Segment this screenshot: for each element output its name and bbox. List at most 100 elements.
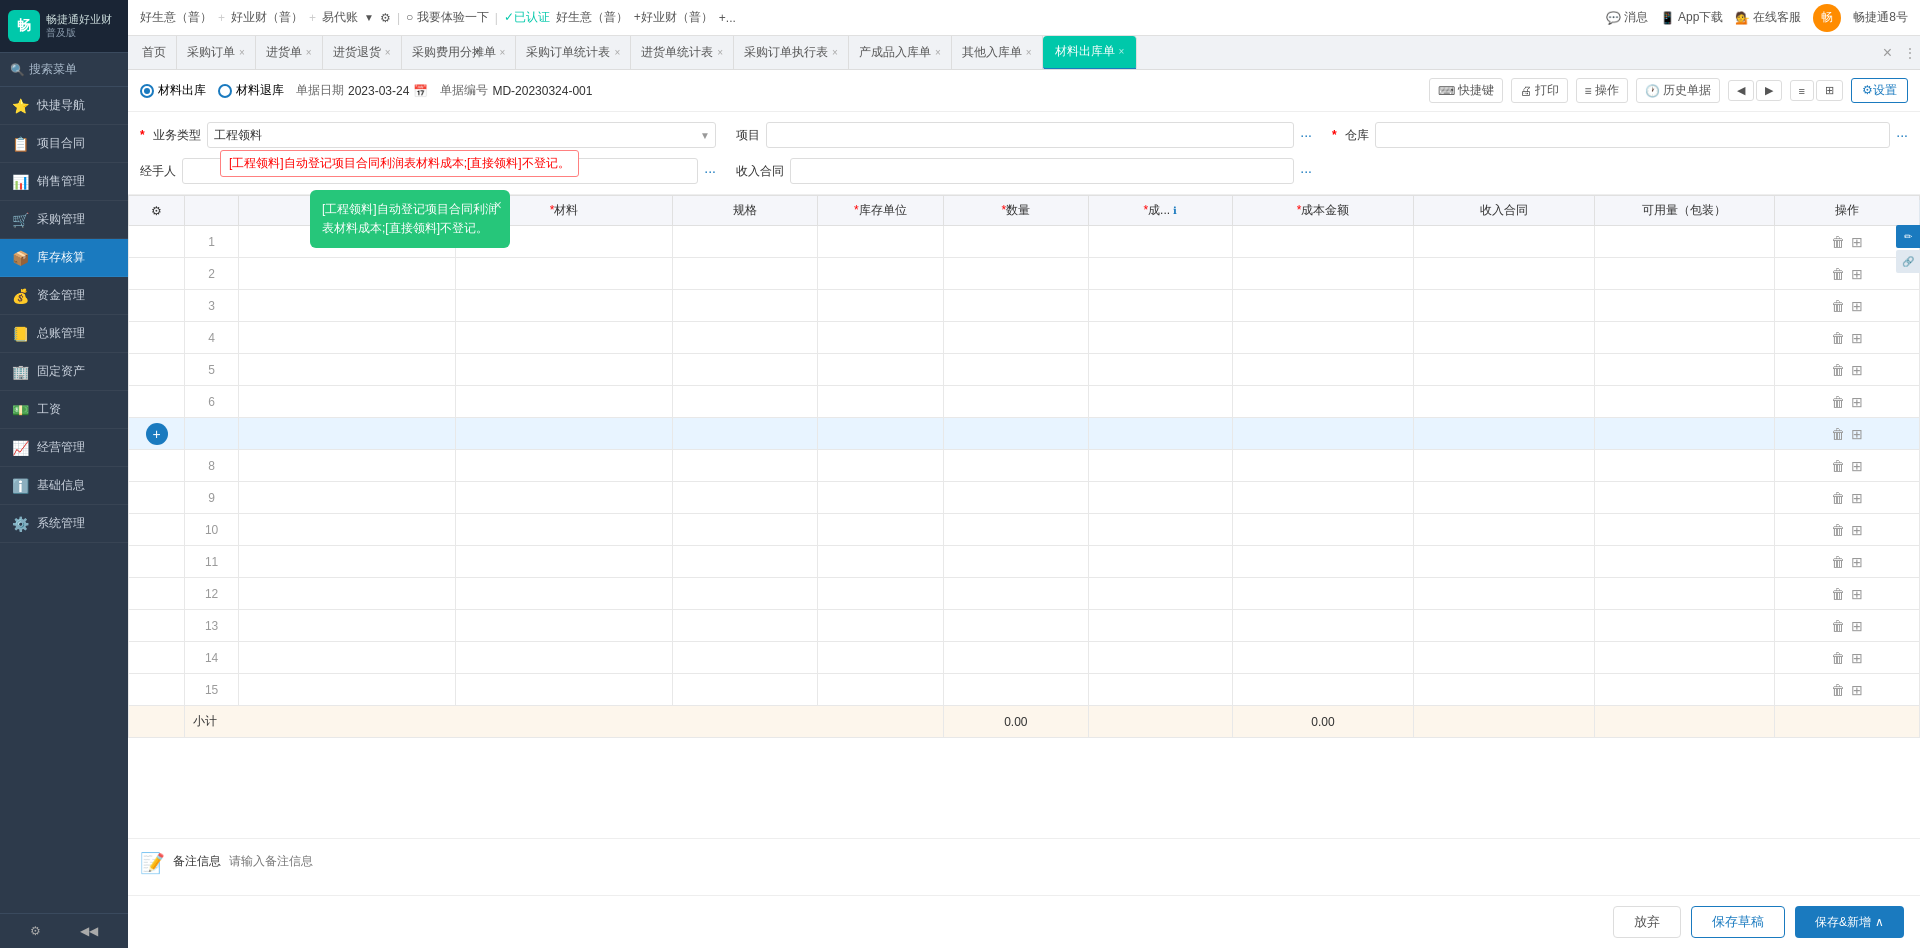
cell-income-13[interactable] [1413,610,1594,642]
cell-income-5[interactable] [1413,354,1594,386]
cell-cost-3[interactable] [1088,290,1233,322]
copy-icon-10[interactable]: ⊞ [1851,522,1863,538]
cell-project-13[interactable] [239,610,456,642]
prev-record-button[interactable]: ◀ [1728,80,1754,101]
cell-qty-9[interactable] [944,482,1089,514]
topbar-link-haoyecai[interactable]: 好业财（普） [231,9,303,26]
topbar-app-download[interactable]: 📱 App下载 [1660,9,1723,26]
cell-available-4[interactable] [1594,322,1775,354]
cell-unit-14[interactable] [817,642,944,674]
cell-cost-amount-12[interactable] [1233,578,1414,610]
tooltip-close-button[interactable]: × [494,194,502,216]
business-type-input[interactable] [207,122,716,148]
cell-add-8[interactable] [1233,418,1414,450]
cell-qty-13[interactable] [944,610,1089,642]
cell-income-1[interactable] [1413,226,1594,258]
tab-purchase-order[interactable]: 采购订单 × [177,36,256,70]
cell-available-1[interactable] [1594,226,1775,258]
radio-material-outbound[interactable]: 材料出库 [140,82,206,99]
add-row-button[interactable]: + [146,423,168,445]
copy-icon-12[interactable]: ⊞ [1851,586,1863,602]
cell-project-8[interactable] [239,450,456,482]
cell-qty-10[interactable] [944,514,1089,546]
cell-income-15[interactable] [1413,674,1594,706]
tab-purchase-exec-close[interactable]: × [832,47,838,58]
copy-icon-4[interactable]: ⊞ [1851,330,1863,346]
cell-unit-5[interactable] [817,354,944,386]
sidebar-item-accounting[interactable]: 📒 总账管理 [0,315,128,353]
cell-available-11[interactable] [1594,546,1775,578]
sidebar-item-project[interactable]: 📋 项目合同 [0,125,128,163]
delete-icon-14[interactable]: 🗑 [1831,650,1845,666]
cell-add-3[interactable] [456,418,673,450]
save-draft-button[interactable]: 保存草稿 [1691,906,1785,938]
history-button[interactable]: 🕐 历史单据 [1636,78,1720,103]
cell-project-10[interactable] [239,514,456,546]
col-gear[interactable]: ⚙ [129,196,185,226]
tab-purchase-exec[interactable]: 采购订单执行表 × [734,36,849,70]
cell-available-6[interactable] [1594,386,1775,418]
sidebar-item-quicknav[interactable]: ⭐ 快捷导航 [0,87,128,125]
cell-cost-1[interactable] [1088,226,1233,258]
cell-material-5[interactable] [456,354,673,386]
cell-income-14[interactable] [1413,642,1594,674]
cell-unit-12[interactable] [817,578,944,610]
cell-cost-amount-1[interactable] [1233,226,1414,258]
cell-qty-3[interactable] [944,290,1089,322]
warehouse-lookup-icon[interactable]: ··· [1896,127,1908,143]
cell-qty-15[interactable] [944,674,1089,706]
cell-cost-9[interactable] [1088,482,1233,514]
cell-project-9[interactable] [239,482,456,514]
topbar-link-yidaizhang[interactable]: 易代账 [322,9,358,26]
right-tool-2[interactable]: ✏ [1896,225,1920,248]
cell-material-8[interactable] [456,450,673,482]
cell-cost-amount-8[interactable] [1233,450,1414,482]
copy-icon-9[interactable]: ⊞ [1851,490,1863,506]
next-record-button[interactable]: ▶ [1756,80,1782,101]
cell-cost-amount-2[interactable] [1233,258,1414,290]
copy-icon-5[interactable]: ⊞ [1851,362,1863,378]
close-all-tabs[interactable]: × [1875,44,1900,62]
cell-material-2[interactable] [456,258,673,290]
cell-cost-10[interactable] [1088,514,1233,546]
copy-icon-6[interactable]: ⊞ [1851,394,1863,410]
tab-other-inbound[interactable]: 其他入库单 × [952,36,1043,70]
cell-spec-2[interactable] [672,258,817,290]
cell-unit-15[interactable] [817,674,944,706]
cell-add-10[interactable] [1594,418,1775,450]
sidebar-item-basic-info[interactable]: ℹ️ 基础信息 [0,467,128,505]
cell-material-13[interactable] [456,610,673,642]
income-contract-lookup-icon[interactable]: ··· [1300,163,1312,179]
cell-project-2[interactable] [239,258,456,290]
cell-spec-13[interactable] [672,610,817,642]
search-menu[interactable]: 🔍 搜索菜单 [0,53,128,87]
copy-icon-11[interactable]: ⊞ [1851,554,1863,570]
cell-qty-1[interactable] [944,226,1089,258]
copy-icon-15[interactable]: ⊞ [1851,682,1863,698]
cell-spec-3[interactable] [672,290,817,322]
cell-material-6[interactable] [456,386,673,418]
topbar-link2-haoshengyi[interactable]: 好生意（普） [556,9,628,26]
cell-cost-4[interactable] [1088,322,1233,354]
business-type-select-wrapper[interactable]: ▼ [207,122,716,148]
copy-icon-8[interactable]: ⊞ [1851,458,1863,474]
cell-spec-4[interactable] [672,322,817,354]
cell-cost-amount-9[interactable] [1233,482,1414,514]
topbar-dropdown-arrow[interactable]: ▼ [364,12,374,23]
tab-menu-icon[interactable]: ⋮ [1904,46,1916,60]
remarks-input[interactable] [229,847,1908,887]
cell-spec-11[interactable] [672,546,817,578]
cell-add-5[interactable] [817,418,944,450]
tab-product-inbound[interactable]: 产成品入库单 × [849,36,952,70]
sidebar-item-inventory[interactable]: 📦 库存核算 [0,239,128,277]
tab-home[interactable]: 首页 [132,36,177,70]
delete-icon-4[interactable]: 🗑 [1831,330,1845,346]
list-view-button[interactable]: ≡ [1790,80,1814,101]
cell-income-3[interactable] [1413,290,1594,322]
delete-icon-2[interactable]: 🗑 [1831,266,1845,282]
sidebar-item-operations[interactable]: 📈 经营管理 [0,429,128,467]
cell-project-4[interactable] [239,322,456,354]
cell-spec-1[interactable] [672,226,817,258]
cell-qty-5[interactable] [944,354,1089,386]
cell-spec-10[interactable] [672,514,817,546]
